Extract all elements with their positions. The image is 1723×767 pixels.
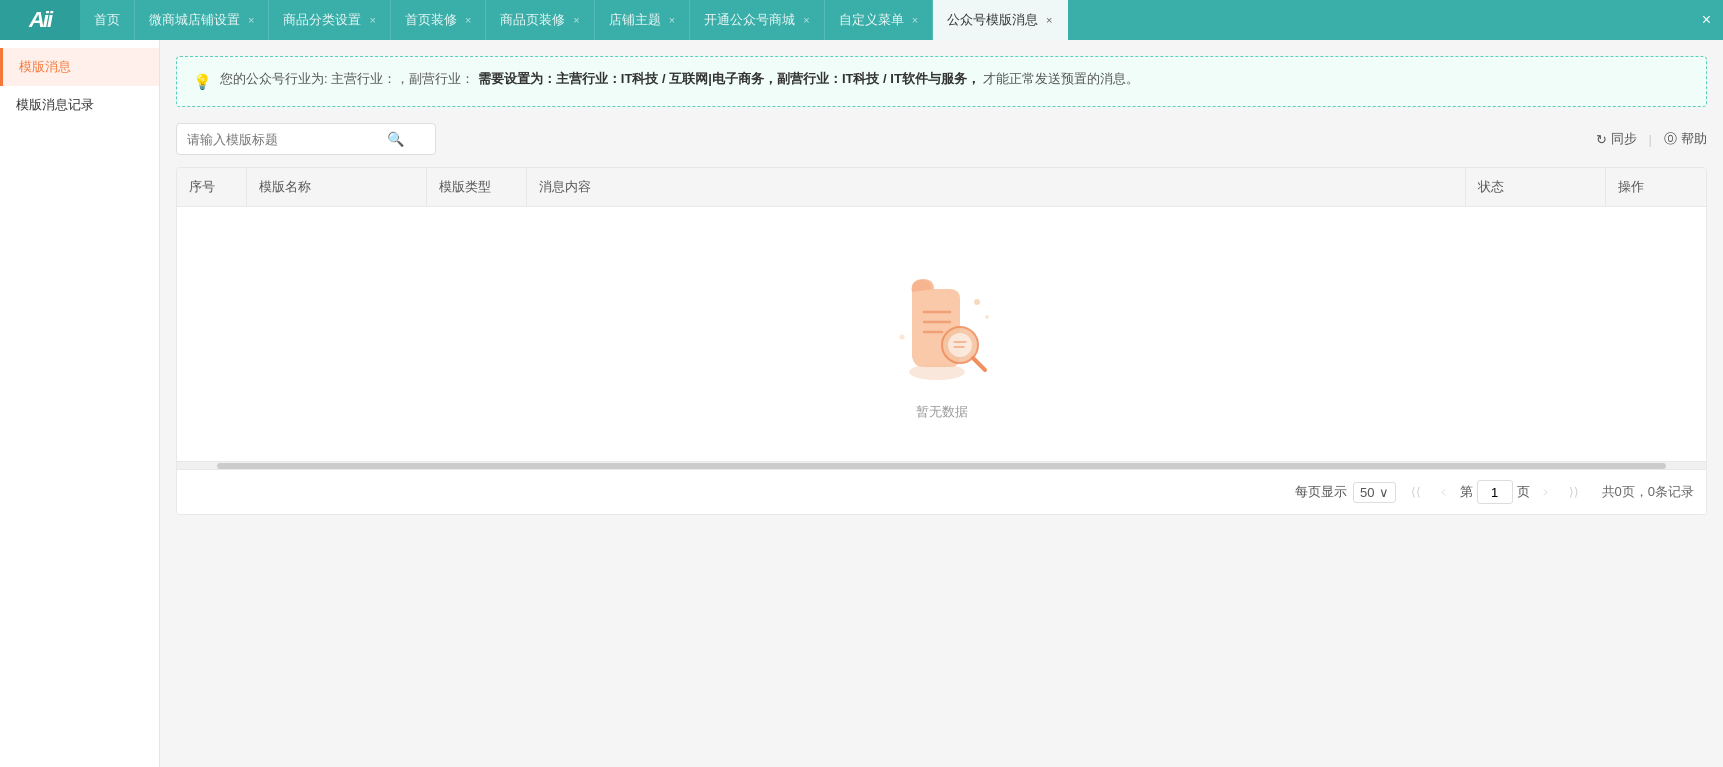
first-page-button[interactable]: ⟨⟨: [1404, 480, 1428, 504]
main-content: 💡 您的公众号行业为: 主营行业：，副营行业： 需要设置为：主营行业：IT科技 …: [160, 40, 1723, 767]
prev-page-button[interactable]: ﹤: [1432, 480, 1456, 504]
nav-tab-home-decoration[interactable]: 首页装修 ×: [391, 0, 486, 40]
page-unit-label: 页: [1517, 483, 1530, 501]
svg-point-5: [948, 333, 972, 357]
th-index: 序号: [177, 168, 247, 206]
close-tab-product-deco[interactable]: ×: [573, 14, 579, 26]
sidebar: 模版消息 模版消息记录: [0, 40, 160, 767]
pagination: 每页显示 50 ∨ ⟨⟨ ﹤ 第 页 ﹥ ⟩⟩ 共0页，0条记录: [177, 469, 1706, 514]
nav-tab-template-msg[interactable]: 公众号模版消息 ×: [933, 0, 1067, 40]
nav-tab-product-decoration[interactable]: 商品页装修 ×: [486, 0, 594, 40]
help-icon: ⓪: [1664, 130, 1677, 148]
svg-point-11: [899, 335, 904, 340]
nav-tabs-container: 首页 微商城店铺设置 × 商品分类设置 × 首页装修 × 商品页装修 × 店铺主…: [80, 0, 1690, 40]
svg-point-10: [985, 315, 989, 319]
app-logo: Aii: [0, 0, 80, 40]
scrollbar-thumb[interactable]: [217, 463, 1666, 469]
nav-tab-custom-menu[interactable]: 自定义菜单 ×: [825, 0, 933, 40]
th-content: 消息内容: [527, 168, 1466, 206]
nav-tab-store-theme[interactable]: 店铺主题 ×: [595, 0, 690, 40]
search-button[interactable]: 🔍: [387, 131, 404, 147]
notice-box: 💡 您的公众号行业为: 主营行业：，副营行业： 需要设置为：主营行业：IT科技 …: [176, 56, 1707, 107]
th-action: 操作: [1606, 168, 1706, 206]
dropdown-chevron-icon: ∨: [1379, 485, 1389, 500]
page-number-input[interactable]: [1477, 480, 1513, 504]
toolbar-divider: |: [1649, 132, 1652, 147]
svg-point-9: [974, 299, 980, 305]
horizontal-scrollbar[interactable]: [177, 461, 1706, 469]
page-size-dropdown[interactable]: 50 ∨: [1353, 482, 1395, 503]
page-size-select: 每页显示 50 ∨: [1295, 482, 1395, 503]
notice-text: 您的公众号行业为: 主营行业：，副营行业： 需要设置为：主营行业：IT科技 / …: [220, 69, 1139, 90]
page-navigation: ⟨⟨ ﹤ 第 页 ﹥ ⟩⟩: [1404, 480, 1586, 504]
data-table: 序号 模版名称 模版类型 消息内容 状态 操作: [176, 167, 1707, 515]
search-bar: 🔍 ↻ 同步 | ⓪ 帮助: [176, 123, 1707, 155]
search-input[interactable]: [187, 132, 387, 147]
toolbar-right: ↻ 同步 | ⓪ 帮助: [1596, 130, 1707, 148]
empty-icon: [882, 267, 1002, 387]
search-input-wrap[interactable]: 🔍: [176, 123, 436, 155]
th-status: 状态: [1466, 168, 1606, 206]
close-tab-template-msg[interactable]: ×: [1046, 14, 1052, 26]
close-tab-custom-menu[interactable]: ×: [912, 14, 918, 26]
help-button[interactable]: ⓪ 帮助: [1664, 130, 1707, 148]
nav-tab-shop-settings[interactable]: 微商城店铺设置 ×: [135, 0, 269, 40]
nav-tab-open-mall[interactable]: 开通公众号商城 ×: [690, 0, 824, 40]
next-page-button[interactable]: ﹥: [1534, 480, 1558, 504]
close-tab-home-deco[interactable]: ×: [465, 14, 471, 26]
close-tab-store-theme[interactable]: ×: [669, 14, 675, 26]
total-records-label: 共0页，0条记录: [1602, 483, 1694, 501]
nav-tab-home[interactable]: 首页: [80, 0, 135, 40]
sidebar-item-template-msg[interactable]: 模版消息: [0, 48, 159, 86]
close-tab-open-mall[interactable]: ×: [803, 14, 809, 26]
svg-line-6: [973, 358, 985, 370]
th-type: 模版类型: [427, 168, 527, 206]
last-page-button[interactable]: ⟩⟩: [1562, 480, 1586, 504]
page-label: 第: [1460, 483, 1473, 501]
close-tab-shop-settings[interactable]: ×: [248, 14, 254, 26]
sync-button[interactable]: ↻ 同步: [1596, 130, 1637, 148]
sync-icon: ↻: [1596, 132, 1607, 147]
top-navigation: Aii 首页 微商城店铺设置 × 商品分类设置 × 首页装修 × 商品页装修 ×…: [0, 0, 1723, 40]
close-tab-category[interactable]: ×: [369, 14, 375, 26]
nav-tab-category-settings[interactable]: 商品分类设置 ×: [269, 0, 390, 40]
table-header: 序号 模版名称 模版类型 消息内容 状态 操作: [177, 168, 1706, 207]
page-body: 模版消息 模版消息记录 💡 您的公众号行业为: 主营行业：，副营行业： 需要设置…: [0, 40, 1723, 767]
empty-text: 暂无数据: [916, 403, 968, 421]
bulb-icon: 💡: [193, 70, 212, 94]
th-name: 模版名称: [247, 168, 427, 206]
close-all-tabs-button[interactable]: ×: [1690, 11, 1723, 29]
sidebar-item-template-record[interactable]: 模版消息记录: [0, 86, 159, 124]
empty-state: 暂无数据: [177, 207, 1706, 461]
